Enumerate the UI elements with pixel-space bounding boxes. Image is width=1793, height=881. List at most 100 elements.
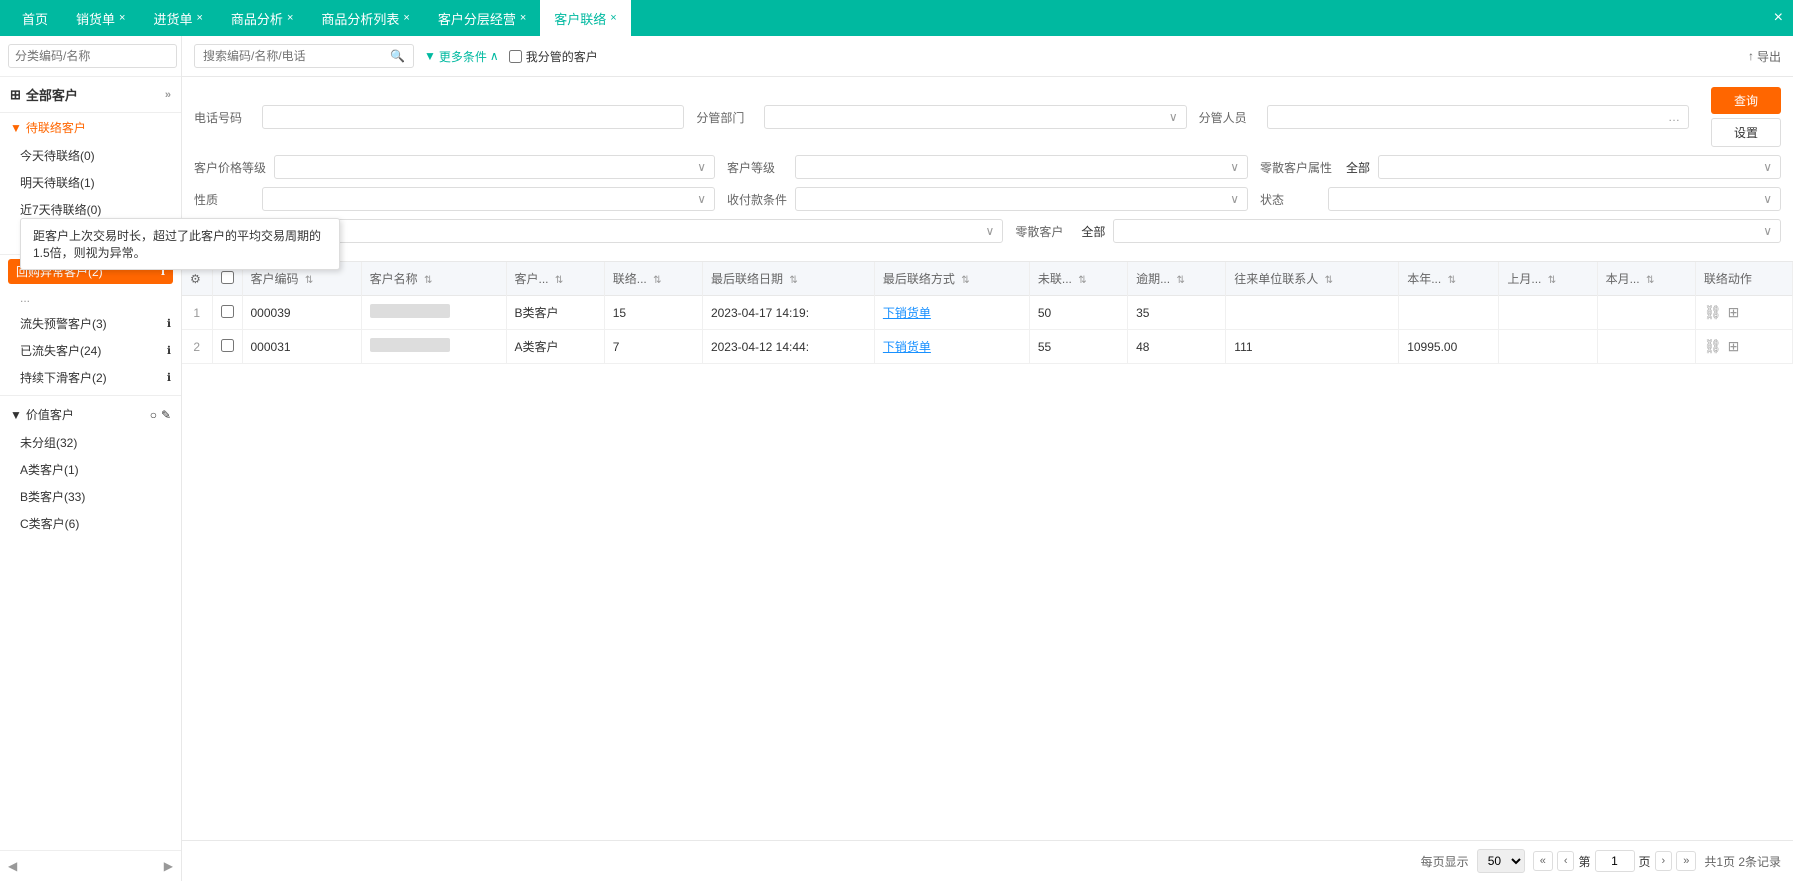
nav-product-list-close[interactable]: × — [403, 12, 409, 24]
status-arrow: ∨ — [1763, 192, 1772, 206]
gender-select[interactable]: ∨ — [262, 187, 715, 211]
last-date-sort-icon[interactable]: ⇅ — [789, 275, 797, 286]
nav-sales-close[interactable]: × — [119, 12, 125, 24]
row1-grid-icon[interactable]: ⊞ — [1728, 304, 1740, 321]
last-method-sort-icon[interactable]: ⇅ — [961, 275, 969, 286]
contact-person-sort-icon[interactable]: ⇅ — [1325, 275, 1333, 286]
my-customers-check[interactable] — [509, 50, 522, 63]
query-button[interactable]: 查询 — [1711, 87, 1781, 114]
filter-row-3: 性质 ∨ 收付款条件 ∨ 状态 — [194, 187, 1781, 211]
row2-checkbox[interactable] — [221, 339, 234, 352]
filter-more-conditions[interactable]: ▼ 更多条件 ∧ — [424, 48, 499, 65]
retail-customer-select[interactable]: ∨ — [1113, 219, 1781, 243]
settings-button[interactable]: 设置 — [1711, 118, 1781, 147]
code-sort-icon[interactable]: ⇅ — [305, 275, 313, 286]
status-select[interactable]: ∨ — [1328, 187, 1781, 211]
phone-input[interactable] — [262, 105, 684, 129]
branch-person-dots[interactable]: … — [1668, 110, 1680, 124]
th-this-month-label: 本月... — [1606, 272, 1640, 286]
sidebar-continuous-down[interactable]: 持续下滑客户(2) ℹ — [0, 364, 181, 391]
nav-customer-tier[interactable]: 客户分层经营 × — [424, 0, 540, 36]
export-icon: ↑ — [1748, 49, 1754, 63]
nav-customer-contact-close[interactable]: × — [610, 12, 616, 24]
branch-dept-select[interactable]: ∨ — [764, 105, 1186, 129]
overdue-sort-icon[interactable]: ⇅ — [1176, 275, 1184, 286]
th-code-label: 客户编码 — [251, 272, 299, 286]
this-month-sort-icon[interactable]: ⇅ — [1646, 275, 1654, 286]
customer-table: ⚙ 客户编码 ⇅ 客户名称 ⇅ 客户... — [182, 262, 1793, 364]
sidebar-class-a[interactable]: A类客户(1) — [0, 456, 181, 483]
sidebar-already-lost[interactable]: 已流失客户(24) ℹ — [0, 337, 181, 364]
nav-product-analysis[interactable]: 商品分析 × — [217, 0, 307, 36]
settings-icon[interactable]: ⚙ — [190, 272, 201, 286]
customer-level-select[interactable]: ∨ — [795, 155, 1248, 179]
nav-purchase[interactable]: 进货单 × — [139, 0, 216, 36]
right-arrow-icon[interactable]: ▶ — [164, 859, 173, 873]
left-arrow-icon[interactable]: ◀ — [8, 859, 17, 873]
sidebar-class-b[interactable]: B类客户(33) — [0, 483, 181, 510]
contact-sort-icon[interactable]: ⇅ — [653, 275, 661, 286]
last-month-sort-icon[interactable]: ⇅ — [1548, 275, 1556, 286]
nav-product-list[interactable]: 商品分析列表 × — [307, 0, 423, 36]
retail-attr-select[interactable]: ∨ — [1378, 155, 1781, 179]
nav-product-analysis-close[interactable]: × — [287, 12, 293, 24]
row1-last-method-link[interactable]: 下销货单 — [883, 306, 931, 320]
nav-customer-tier-close[interactable]: × — [520, 12, 526, 24]
window-close-button[interactable]: × — [1774, 9, 1783, 27]
row2-last-method-link[interactable]: 下销货单 — [883, 340, 931, 354]
first-page-button[interactable]: « — [1533, 851, 1553, 871]
sidebar-ungrouped[interactable]: 未分组(32) — [0, 429, 181, 456]
value-arrow-icon: ▼ — [10, 408, 22, 422]
price-level-select[interactable]: ∨ — [274, 155, 715, 179]
this-year-sort-icon[interactable]: ⇅ — [1448, 275, 1456, 286]
payment-select[interactable]: ∨ — [795, 187, 1248, 211]
my-customers-checkbox[interactable]: 我分管的客户 — [509, 48, 598, 65]
all-customers-label[interactable]: 全部客户 — [26, 85, 78, 104]
nav-sales[interactable]: 销货单 × — [62, 0, 139, 36]
row1-checkbox[interactable] — [221, 305, 234, 318]
sidebar-more-dots[interactable]: ... — [0, 286, 181, 310]
sidebar-search-input[interactable] — [8, 44, 177, 68]
select-all-checkbox[interactable] — [221, 271, 234, 284]
sidebar-pending-section[interactable]: ▼ 待联络客户 — [0, 113, 181, 142]
gender-field: 性质 ∨ — [194, 187, 715, 211]
filter-search-input[interactable] — [203, 49, 386, 63]
per-page-select[interactable]: 50 — [1477, 849, 1525, 873]
branch-person-select[interactable]: … — [1267, 105, 1689, 129]
retail-customer-field: 零散客户 全部 ∨ — [1015, 219, 1781, 243]
prev-page-button[interactable]: ‹ — [1557, 851, 1575, 871]
circle-icon: ○ — [150, 408, 157, 422]
row1-last-method[interactable]: 下销货单 — [874, 296, 1029, 330]
row2-actions: ⛓ ⊞ — [1695, 330, 1792, 364]
next-page-button[interactable]: › — [1655, 851, 1673, 871]
sidebar-class-c[interactable]: C类客户(6) — [0, 510, 181, 537]
row1-category: B类客户 — [506, 296, 604, 330]
row2-last-method[interactable]: 下销货单 — [874, 330, 1029, 364]
nav-customer-contact[interactable]: 客户联络 × — [540, 0, 630, 36]
row2-link-icon[interactable]: ⛓ — [1704, 338, 1722, 355]
sidebar-today-pending[interactable]: 今天待联络(0) — [0, 142, 181, 169]
edit-icon[interactable]: ✎ — [161, 408, 171, 422]
category-sort-icon[interactable]: ⇅ — [555, 275, 563, 286]
sidebar-lost-preview[interactable]: 流失预警客户(3) ℹ — [0, 310, 181, 337]
row2-grid-icon[interactable]: ⊞ — [1728, 338, 1740, 355]
filter-search-icon[interactable]: 🔍 — [390, 49, 405, 63]
sidebar-tomorrow-pending[interactable]: 明天待联络(1) — [0, 169, 181, 196]
nav-purchase-close[interactable]: × — [196, 12, 202, 24]
page-input[interactable] — [1595, 850, 1635, 872]
name-sort-icon[interactable]: ⇅ — [424, 275, 432, 286]
sidebar-value-section[interactable]: ▼ 价值客户 ○ ✎ — [0, 400, 181, 429]
nav-home[interactable]: 首页 — [8, 0, 62, 36]
row2-name-blurred — [370, 338, 450, 352]
row1-link-icon[interactable]: ⛓ — [1704, 304, 1722, 321]
export-button[interactable]: ↑ 导出 — [1748, 48, 1781, 65]
no-contact-sort-icon[interactable]: ⇅ — [1078, 275, 1086, 286]
customer-type-select[interactable]: ∨ — [306, 219, 1004, 243]
retail-attr-label: 零散客户属性 — [1260, 159, 1340, 176]
th-name: 客户名称 ⇅ — [361, 262, 506, 296]
price-level-field: 客户价格等级 ∨ — [194, 155, 715, 179]
sidebar-collapse-button[interactable]: » — [165, 89, 171, 101]
price-level-arrow: ∨ — [697, 160, 706, 174]
last-page-button[interactable]: » — [1676, 851, 1696, 871]
filter-row-2: 客户价格等级 ∨ 客户等级 ∨ 零散客户属性 全部 — [194, 155, 1781, 179]
